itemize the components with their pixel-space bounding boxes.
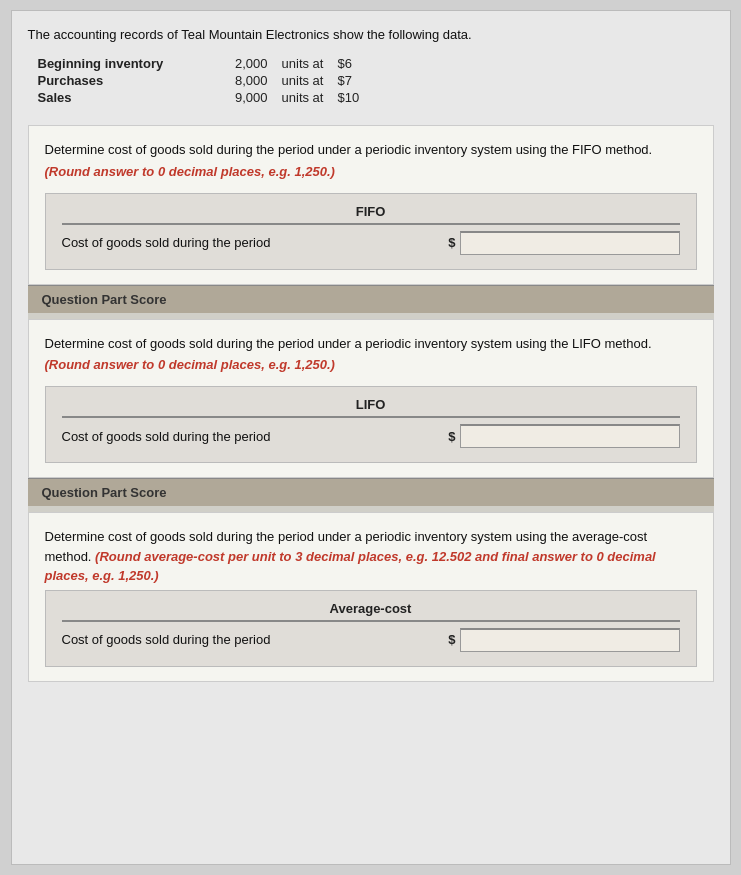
avg-answer-table: Average-cost Cost of goods sold during t… — [45, 590, 697, 667]
lifo-row-label: Cost of goods sold during the period — [62, 429, 449, 444]
lifo-answer-table: LIFO Cost of goods sold during the perio… — [45, 386, 697, 463]
sales-qty: 9,000 — [198, 90, 268, 105]
sales-label: Sales — [38, 90, 198, 105]
lifo-question-note: (Round answer to 0 decimal places, e.g. … — [45, 357, 697, 372]
beginning-inventory-qty: 2,000 — [198, 56, 268, 71]
avg-row-label: Cost of goods sold during the period — [62, 632, 449, 647]
fifo-dollar-sign: $ — [448, 235, 455, 250]
purchases-unit: units at — [268, 73, 338, 88]
score-bar-1: Question Part Score — [28, 285, 714, 313]
score-bar-2: Question Part Score — [28, 478, 714, 506]
lifo-section: Determine cost of goods sold during the … — [28, 319, 714, 479]
inventory-row-purchases: Purchases 8,000 units at $7 — [38, 73, 714, 88]
fifo-method-header: FIFO — [62, 204, 680, 225]
purchases-qty: 8,000 — [198, 73, 268, 88]
lifo-answer-row: Cost of goods sold during the period $ — [62, 424, 680, 448]
fifo-row-label: Cost of goods sold during the period — [62, 235, 449, 250]
purchases-label: Purchases — [38, 73, 198, 88]
avg-question-part2: (Round average-cost per unit to 3 decima… — [45, 549, 656, 584]
beginning-inventory-unit: units at — [268, 56, 338, 71]
fifo-answer-row: Cost of goods sold during the period $ — [62, 231, 680, 255]
fifo-question-text: Determine cost of goods sold during the … — [45, 140, 697, 160]
beginning-inventory-label: Beginning inventory — [38, 56, 198, 71]
purchases-price: $7 — [338, 73, 388, 88]
avg-question-text: Determine cost of goods sold during the … — [45, 527, 697, 586]
sales-unit: units at — [268, 90, 338, 105]
lifo-dollar-sign: $ — [448, 429, 455, 444]
lifo-method-header: LIFO — [62, 397, 680, 418]
fifo-section: Determine cost of goods sold during the … — [28, 125, 714, 285]
score-bar-1-label: Question Part Score — [42, 292, 167, 307]
fifo-answer-table: FIFO Cost of goods sold during the perio… — [45, 193, 697, 270]
intro-text: The accounting records of Teal Mountain … — [28, 27, 714, 42]
beginning-inventory-price: $6 — [338, 56, 388, 71]
avg-dollar-sign: $ — [448, 632, 455, 647]
inventory-row-beginning: Beginning inventory 2,000 units at $6 — [38, 56, 714, 71]
sales-price: $10 — [338, 90, 388, 105]
inventory-row-sales: Sales 9,000 units at $10 — [38, 90, 714, 105]
avg-answer-row: Cost of goods sold during the period $ — [62, 628, 680, 652]
fifo-input[interactable] — [460, 231, 680, 255]
avg-section: Determine cost of goods sold during the … — [28, 512, 714, 682]
inventory-table: Beginning inventory 2,000 units at $6 Pu… — [38, 56, 714, 105]
page-container: The accounting records of Teal Mountain … — [11, 10, 731, 865]
score-bar-2-label: Question Part Score — [42, 485, 167, 500]
fifo-question-note: (Round answer to 0 decimal places, e.g. … — [45, 164, 697, 179]
avg-method-header: Average-cost — [62, 601, 680, 622]
lifo-question-text: Determine cost of goods sold during the … — [45, 334, 697, 354]
avg-input[interactable] — [460, 628, 680, 652]
lifo-input[interactable] — [460, 424, 680, 448]
